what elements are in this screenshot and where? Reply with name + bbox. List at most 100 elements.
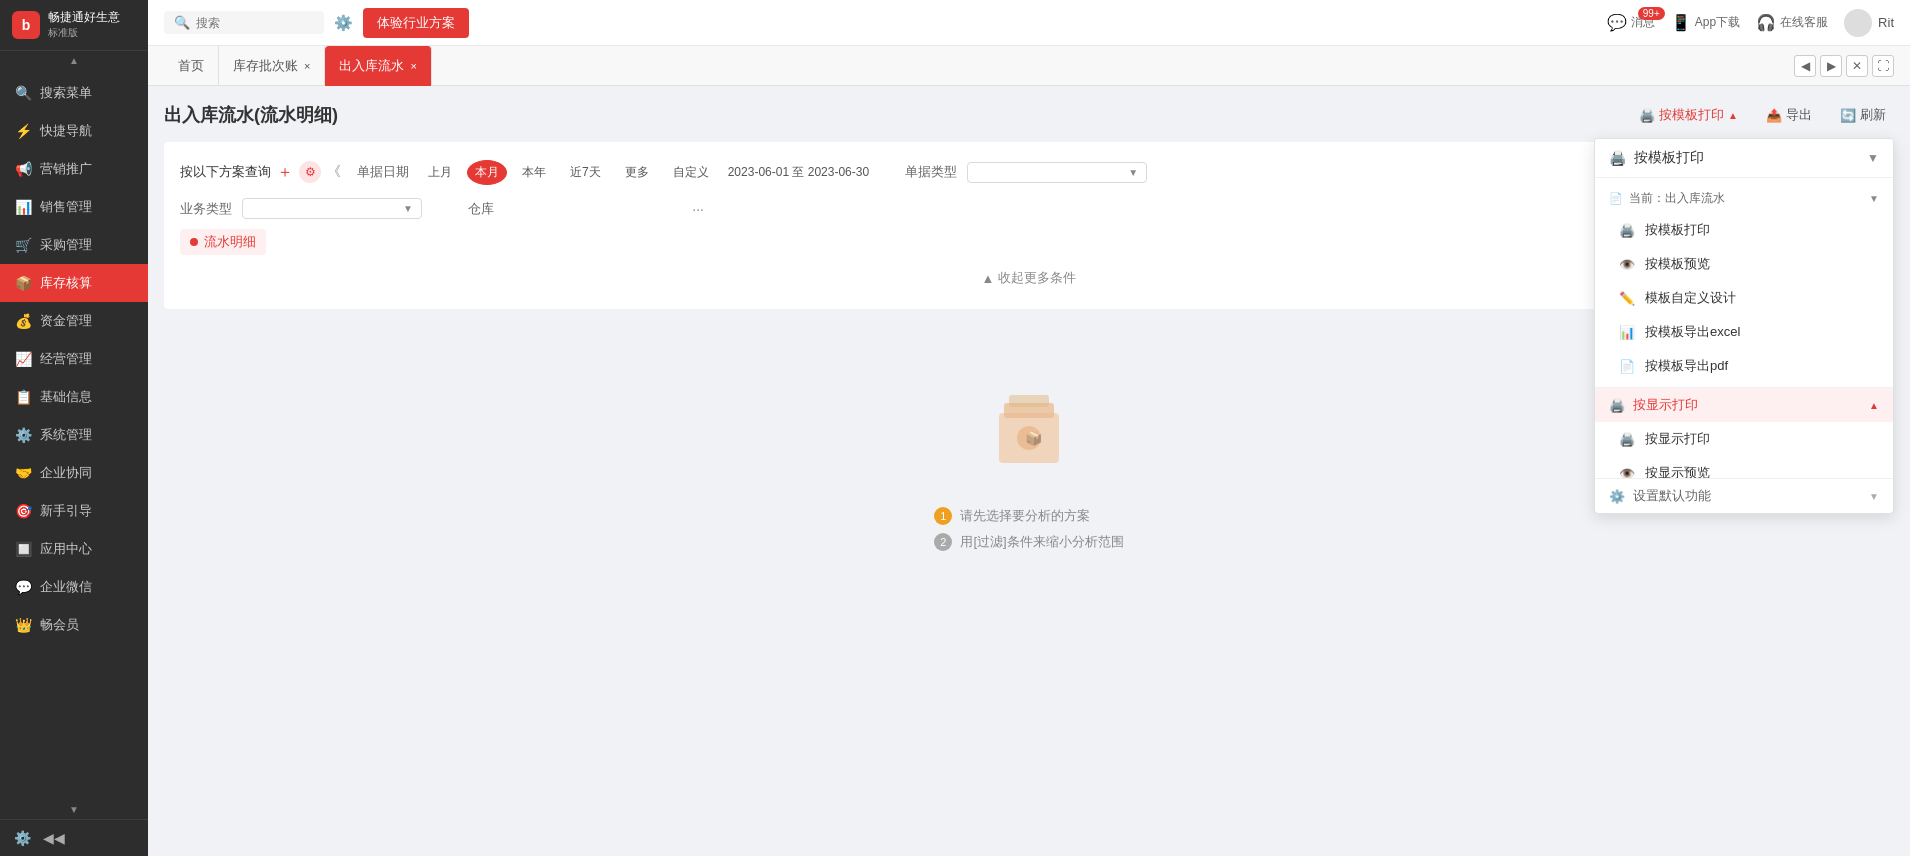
app-logo: b 畅捷通好生意 标准版 <box>0 0 148 51</box>
sidebar-item-system[interactable]: ⚙️ 系统管理 <box>0 416 148 454</box>
filter-add-btn[interactable]: ＋ <box>277 162 293 183</box>
sidebar-item-finance[interactable]: 💰 资金管理 <box>0 302 148 340</box>
sidebar-item-operation[interactable]: 📈 经营管理 <box>0 340 148 378</box>
app-download-btn[interactable]: 📱 App下载 <box>1671 13 1740 32</box>
filter-warehouse-item: 仓库 ··· <box>468 200 704 218</box>
message-badge[interactable]: 💬 消息 99+ <box>1607 13 1655 32</box>
tab-batch-account[interactable]: 库存批次账 × <box>219 46 325 86</box>
date-more-btn[interactable]: 更多 <box>616 160 658 185</box>
doc-type-select[interactable]: ▼ <box>967 162 1147 183</box>
print-template-btn[interactable]: 🖨️ 按模板打印 ▲ <box>1631 102 1746 128</box>
search-icon: 🔍 <box>14 85 32 101</box>
export-label: 导出 <box>1786 106 1812 124</box>
sidebar-item-inventory[interactable]: 📦 库存核算 <box>0 264 148 302</box>
dropdown-item-display-print[interactable]: 🖨️ 按显示打印 <box>1595 422 1893 456</box>
trial-btn[interactable]: 体验行业方案 <box>363 8 469 38</box>
purchase-icon: 🛒 <box>14 237 32 253</box>
app-subtitle: 标准版 <box>48 26 120 40</box>
headset-icon: 🎧 <box>1756 13 1776 32</box>
date-current-year-btn[interactable]: 本年 <box>513 160 555 185</box>
online-service-btn[interactable]: 🎧 在线客服 <box>1756 13 1828 32</box>
topbar-gear-icon[interactable]: ⚙️ <box>334 14 353 32</box>
tab-inout-flow[interactable]: 出入库流水 × <box>325 46 431 86</box>
date-range-text: 2023-06-01 至 2023-06-30 <box>728 164 869 181</box>
doc-type-label: 单据类型 <box>905 163 957 181</box>
dropdown-item-template-pdf[interactable]: 📄 按模板导出pdf <box>1595 349 1893 383</box>
page-header: 出入库流水(流水明细) 🖨️ 按模板打印 ▲ 📤 导出 🔄 刷新 <box>164 102 1894 128</box>
tab-fullscreen-btn[interactable]: ⛶ <box>1872 55 1894 77</box>
sidebar-item-search[interactable]: 🔍 搜索菜单 <box>0 74 148 112</box>
dropdown-item-template-preview[interactable]: 👁️ 按模板预览 <box>1595 247 1893 281</box>
tab-batch-close-icon[interactable]: × <box>304 60 310 72</box>
sidebar-item-basic[interactable]: 📋 基础信息 <box>0 378 148 416</box>
sidebar-item-label: 畅会员 <box>40 616 79 634</box>
display-print-section-title[interactable]: 🖨️ 按显示打印 ▲ <box>1595 388 1893 422</box>
filter-doc-type-item: 单据类型 ▼ <box>905 162 1147 183</box>
wechat-icon: 💬 <box>14 579 32 595</box>
warehouse-more-icon[interactable]: ··· <box>692 201 704 217</box>
date-current-month-btn[interactable]: 本月 <box>467 160 507 185</box>
sidebar-item-quick-nav[interactable]: ⚡ 快捷导航 <box>0 112 148 150</box>
date-custom-btn[interactable]: 自定义 <box>664 160 718 185</box>
template-print-label: 按模板打印 <box>1645 221 1710 239</box>
sidebar-item-cooperation[interactable]: 🤝 企业协同 <box>0 454 148 492</box>
dropdown-item-template-custom[interactable]: ✏️ 模板自定义设计 <box>1595 281 1893 315</box>
dropdown-item-template-excel[interactable]: 📊 按模板导出excel <box>1595 315 1893 349</box>
template-custom-label: 模板自定义设计 <box>1645 289 1736 307</box>
sidebar-item-wechat[interactable]: 💬 企业微信 <box>0 568 148 606</box>
filter-settings-tag[interactable]: ⚙ <box>299 161 321 183</box>
sidebar-item-label: 快捷导航 <box>40 122 92 140</box>
active-filter-text: 流水明细 <box>204 233 256 251</box>
logo-icon: b <box>12 11 40 39</box>
business-type-select[interactable]: ▼ <box>242 198 422 219</box>
sidebar-item-label: 销售管理 <box>40 198 92 216</box>
sidebar-item-purchase[interactable]: 🛒 采购管理 <box>0 226 148 264</box>
sidebar-item-marketing[interactable]: 📢 营销推广 <box>0 150 148 188</box>
tab-home[interactable]: 首页 <box>164 46 219 86</box>
dropdown-footer[interactable]: ⚙️ 设置默认功能 ▼ <box>1595 478 1893 513</box>
export-icon: 📤 <box>1766 108 1782 123</box>
refresh-label: 刷新 <box>1860 106 1886 124</box>
sidebar-item-guide[interactable]: 🎯 新手引导 <box>0 492 148 530</box>
sidebar-item-apps[interactable]: 🔲 应用中心 <box>0 530 148 568</box>
dropdown-item-display-preview[interactable]: 👁️ 按显示预览 <box>1595 456 1893 478</box>
sidebar-scroll-down[interactable]: ▼ <box>0 800 148 819</box>
date-filter: 上月 本月 本年 近7天 更多 自定义 <box>419 160 718 185</box>
filter-collapse-icon[interactable]: 《 <box>327 163 341 181</box>
tab-next-btn[interactable]: ▶ <box>1820 55 1842 77</box>
settings-icon[interactable]: ⚙️ <box>14 830 31 846</box>
quick-nav-icon: ⚡ <box>14 123 32 139</box>
guide-icon: 🎯 <box>14 503 32 519</box>
step1-text: 请先选择要分析的方案 <box>960 503 1090 529</box>
current-template-label: 📄 当前：出入库流水 ▼ <box>1595 182 1893 213</box>
dropdown-item-template-print[interactable]: 🖨️ 按模板打印 <box>1595 213 1893 247</box>
sidebar-item-member[interactable]: 👑 畅会员 <box>0 606 148 644</box>
message-count: 99+ <box>1638 7 1665 20</box>
content-area: 出入库流水(流水明细) 🖨️ 按模板打印 ▲ 📤 导出 🔄 刷新 <box>148 86 1910 856</box>
refresh-btn[interactable]: 🔄 刷新 <box>1832 102 1894 128</box>
sales-icon: 📊 <box>14 199 32 215</box>
marketing-icon: 📢 <box>14 161 32 177</box>
footer-arrow: ▼ <box>1869 491 1879 502</box>
tab-prev-btn[interactable]: ◀ <box>1794 55 1816 77</box>
display-print-label: 按显示打印 <box>1645 430 1710 448</box>
date-last-7-btn[interactable]: 近7天 <box>561 160 610 185</box>
online-service-label: 在线客服 <box>1780 14 1828 31</box>
collapse-sidebar-icon[interactable]: ◀◀ <box>43 830 65 846</box>
search-box[interactable]: 🔍 <box>164 11 324 34</box>
user-profile[interactable]: Rit <box>1844 9 1894 37</box>
tab-close-btn[interactable]: ✕ <box>1846 55 1868 77</box>
custom-item-icon: ✏️ <box>1619 291 1635 306</box>
collapse-up-icon: ▲ <box>982 271 995 286</box>
date-label: 单据日期 <box>357 163 409 181</box>
dropdown-collapse-arrow[interactable]: ▼ <box>1867 151 1879 165</box>
sidebar-scroll-up[interactable]: ▲ <box>0 51 148 70</box>
sidebar-item-label: 企业协同 <box>40 464 92 482</box>
display-preview-icon: 👁️ <box>1619 466 1635 479</box>
sidebar-item-sales[interactable]: 📊 销售管理 <box>0 188 148 226</box>
export-btn[interactable]: 📤 导出 <box>1758 102 1820 128</box>
sidebar-item-label: 库存核算 <box>40 274 92 292</box>
tab-inout-close-icon[interactable]: × <box>410 60 416 72</box>
date-prev-month-btn[interactable]: 上月 <box>419 160 461 185</box>
search-input[interactable] <box>196 16 314 30</box>
